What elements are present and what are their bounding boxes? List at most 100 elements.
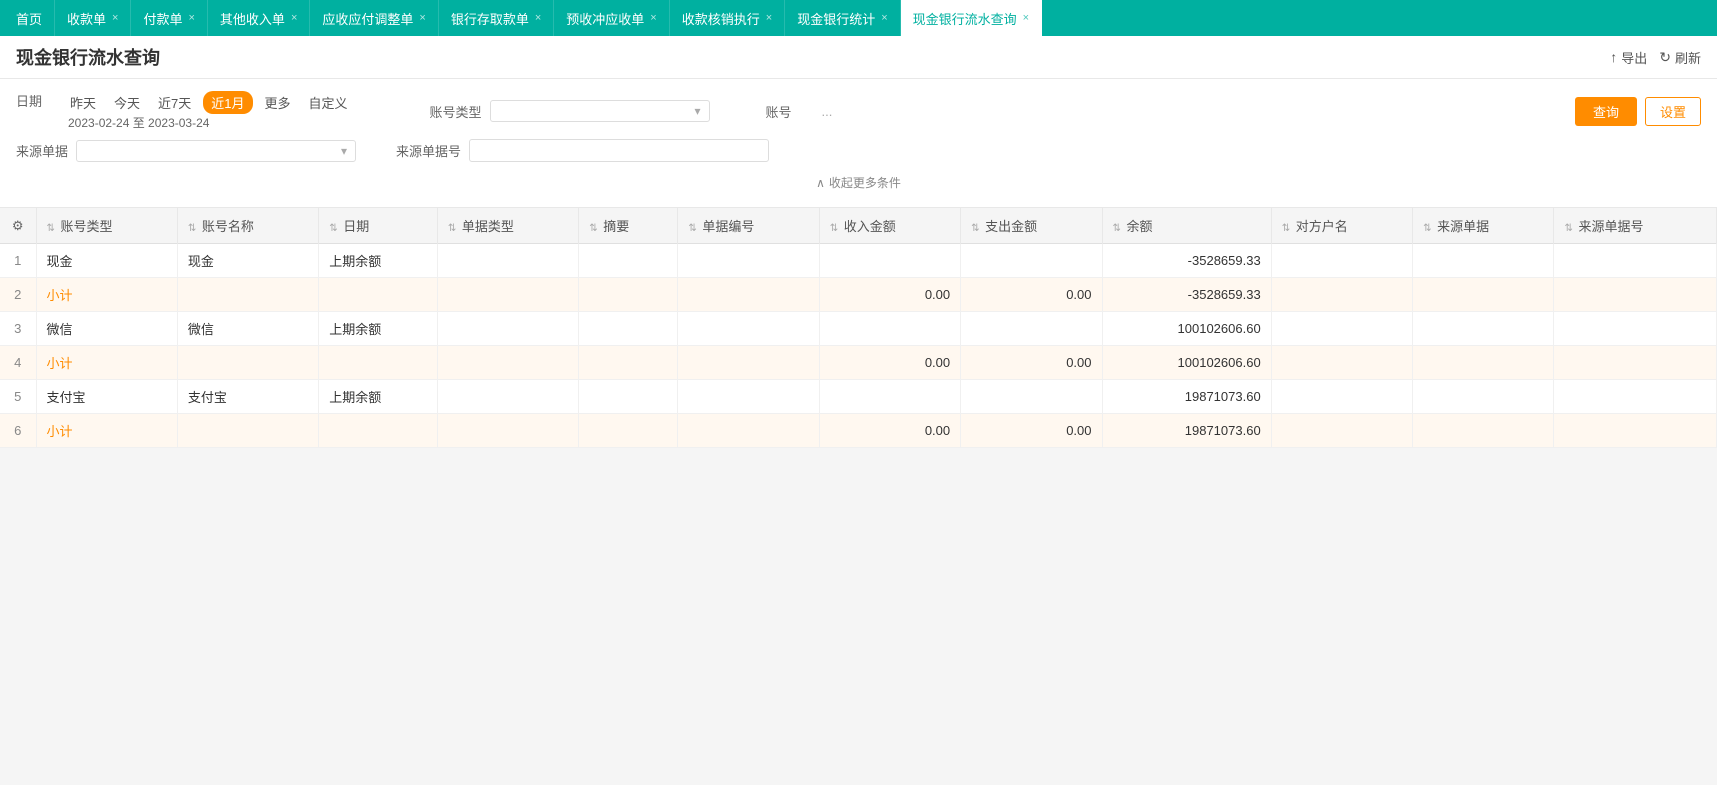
th-expense[interactable]: ⇅ 支出金额 xyxy=(961,208,1102,244)
cell-expense xyxy=(961,312,1102,346)
nav-receipt[interactable]: 收款单 × xyxy=(55,0,131,36)
nav-flow-query[interactable]: 现金银行流水查询 × xyxy=(901,0,1042,36)
cell-source-doc-no xyxy=(1554,278,1717,312)
cell-doc-type xyxy=(437,312,578,346)
nav-payment[interactable]: 付款单 × xyxy=(131,0,207,36)
th-account-name[interactable]: ⇅ 账号名称 xyxy=(177,208,318,244)
account-label: 账号 xyxy=(766,102,806,121)
source-doc-no-label: 来源单据号 xyxy=(396,141,461,160)
table-row: 2小计0.000.00-3528659.33 xyxy=(0,278,1717,312)
th-income[interactable]: ⇅ 收入金额 xyxy=(819,208,960,244)
cell-expense xyxy=(961,244,1102,278)
query-button[interactable]: 查询 xyxy=(1575,97,1637,126)
th-source-doc-no[interactable]: ⇅ 来源单据号 xyxy=(1554,208,1717,244)
nav-prepay[interactable]: 预收冲应收单 × xyxy=(554,0,669,36)
settings-button[interactable]: 设置 xyxy=(1645,97,1701,126)
cell-account-type: 支付宝 xyxy=(36,380,177,414)
cell-balance: 100102606.60 xyxy=(1102,312,1271,346)
cell-income xyxy=(819,312,960,346)
cell-summary xyxy=(579,346,678,380)
close-flow-query-icon[interactable]: × xyxy=(1023,12,1029,24)
cell-account-type: 微信 xyxy=(36,312,177,346)
cell-doc-type xyxy=(437,244,578,278)
th-settings[interactable]: ⚙ xyxy=(0,208,36,244)
account-type-label: 账号类型 xyxy=(430,102,482,121)
account-more-button[interactable]: ... xyxy=(814,104,841,119)
cell-date xyxy=(319,278,438,312)
cell-source-doc-no xyxy=(1554,414,1717,448)
th-doc-type[interactable]: ⇅ 单据类型 xyxy=(437,208,578,244)
cell-date: 上期余额 xyxy=(319,380,438,414)
cell-summary xyxy=(579,414,678,448)
row-number: 2 xyxy=(0,278,36,312)
shortcut-custom[interactable]: 自定义 xyxy=(303,91,354,114)
cell-source-doc-no xyxy=(1554,312,1717,346)
cell-doc-type xyxy=(437,414,578,448)
th-balance[interactable]: ⇅ 余额 xyxy=(1102,208,1271,244)
cell-account-name xyxy=(177,346,318,380)
close-payment-icon[interactable]: × xyxy=(188,12,194,24)
cell-counterparty xyxy=(1271,380,1412,414)
table-row: 4小计0.000.00100102606.60 xyxy=(0,346,1717,380)
th-date[interactable]: ⇅ 日期 xyxy=(319,208,438,244)
cell-income: 0.00 xyxy=(819,346,960,380)
collapse-filter-button[interactable]: ∧ 收起更多条件 xyxy=(16,170,1701,195)
close-other-income-icon[interactable]: × xyxy=(291,12,297,24)
close-receipt-icon[interactable]: × xyxy=(112,12,118,24)
nav-other-income[interactable]: 其他收入单 × xyxy=(208,0,310,36)
th-doc-no[interactable]: ⇅ 单据编号 xyxy=(678,208,819,244)
filter-row-source: 来源单据 ▾ 来源单据号 xyxy=(16,139,1701,162)
th-source-doc[interactable]: ⇅ 来源单据 xyxy=(1413,208,1554,244)
nav-stats[interactable]: 现金银行统计 × xyxy=(785,0,900,36)
sort-summary-icon: ⇅ xyxy=(589,223,597,234)
export-button[interactable]: ↑ 导出 xyxy=(1610,48,1647,67)
cell-expense: 0.00 xyxy=(961,346,1102,380)
table-row: 3微信微信上期余额100102606.60 xyxy=(0,312,1717,346)
cell-doc-type xyxy=(437,278,578,312)
close-bank-deposit-icon[interactable]: × xyxy=(535,12,541,24)
top-navigation: 首页 收款单 × 付款单 × 其他收入单 × 应收应付调整单 × 银行存取款单 … xyxy=(0,0,1717,36)
cell-source-doc-no xyxy=(1554,380,1717,414)
source-doc-arrow-icon: ▾ xyxy=(341,144,347,158)
cell-date xyxy=(319,346,438,380)
source-doc-select[interactable]: ▾ xyxy=(76,140,356,162)
close-prepay-icon[interactable]: × xyxy=(650,12,656,24)
nav-adjustment[interactable]: 应收应付调整单 × xyxy=(310,0,438,36)
cell-income xyxy=(819,244,960,278)
th-summary[interactable]: ⇅ 摘要 xyxy=(579,208,678,244)
th-account-type[interactable]: ⇅ 账号类型 xyxy=(36,208,177,244)
table-row: 6小计0.000.0019871073.60 xyxy=(0,414,1717,448)
close-stats-icon[interactable]: × xyxy=(881,12,887,24)
account-type-select[interactable]: ▾ xyxy=(490,100,710,122)
cell-summary xyxy=(579,278,678,312)
close-verify-icon[interactable]: × xyxy=(766,12,772,24)
th-counterparty[interactable]: ⇅ 对方户名 xyxy=(1271,208,1412,244)
cell-income: 0.00 xyxy=(819,278,960,312)
close-adjustment-icon[interactable]: × xyxy=(419,12,425,24)
cell-source-doc xyxy=(1413,414,1554,448)
cell-doc-no xyxy=(678,346,819,380)
shortcut-today[interactable]: 今天 xyxy=(108,91,146,114)
nav-bank-deposit[interactable]: 银行存取款单 × xyxy=(439,0,554,36)
cell-account-type: 现金 xyxy=(36,244,177,278)
shortcut-7days[interactable]: 近7天 xyxy=(152,91,197,114)
nav-home[interactable]: 首页 xyxy=(4,0,55,36)
filter-row-date: 日期 昨天 今天 近7天 近1月 更多 自定义 2023-02-24 至 202… xyxy=(16,91,1701,131)
row-number: 6 xyxy=(0,414,36,448)
shortcut-1month[interactable]: 近1月 xyxy=(203,91,252,114)
cell-source-doc-no xyxy=(1554,244,1717,278)
refresh-button[interactable]: ↻ 刷新 xyxy=(1659,48,1701,67)
row-number: 5 xyxy=(0,380,36,414)
cell-source-doc xyxy=(1413,244,1554,278)
source-doc-no-input[interactable] xyxy=(469,139,769,162)
column-settings-icon[interactable]: ⚙ xyxy=(12,218,24,233)
header-actions: ↑ 导出 ↻ 刷新 xyxy=(1610,48,1701,67)
shortcut-more[interactable]: 更多 xyxy=(259,91,297,114)
cell-counterparty xyxy=(1271,414,1412,448)
shortcut-yesterday[interactable]: 昨天 xyxy=(64,91,102,114)
cell-source-doc xyxy=(1413,380,1554,414)
cell-income xyxy=(819,380,960,414)
table-header-row: ⚙ ⇅ 账号类型 ⇅ 账号名称 ⇅ 日期 ⇅ 单据类型 xyxy=(0,208,1717,244)
sort-date-icon: ⇅ xyxy=(329,223,337,234)
nav-verify[interactable]: 收款核销执行 × xyxy=(670,0,785,36)
